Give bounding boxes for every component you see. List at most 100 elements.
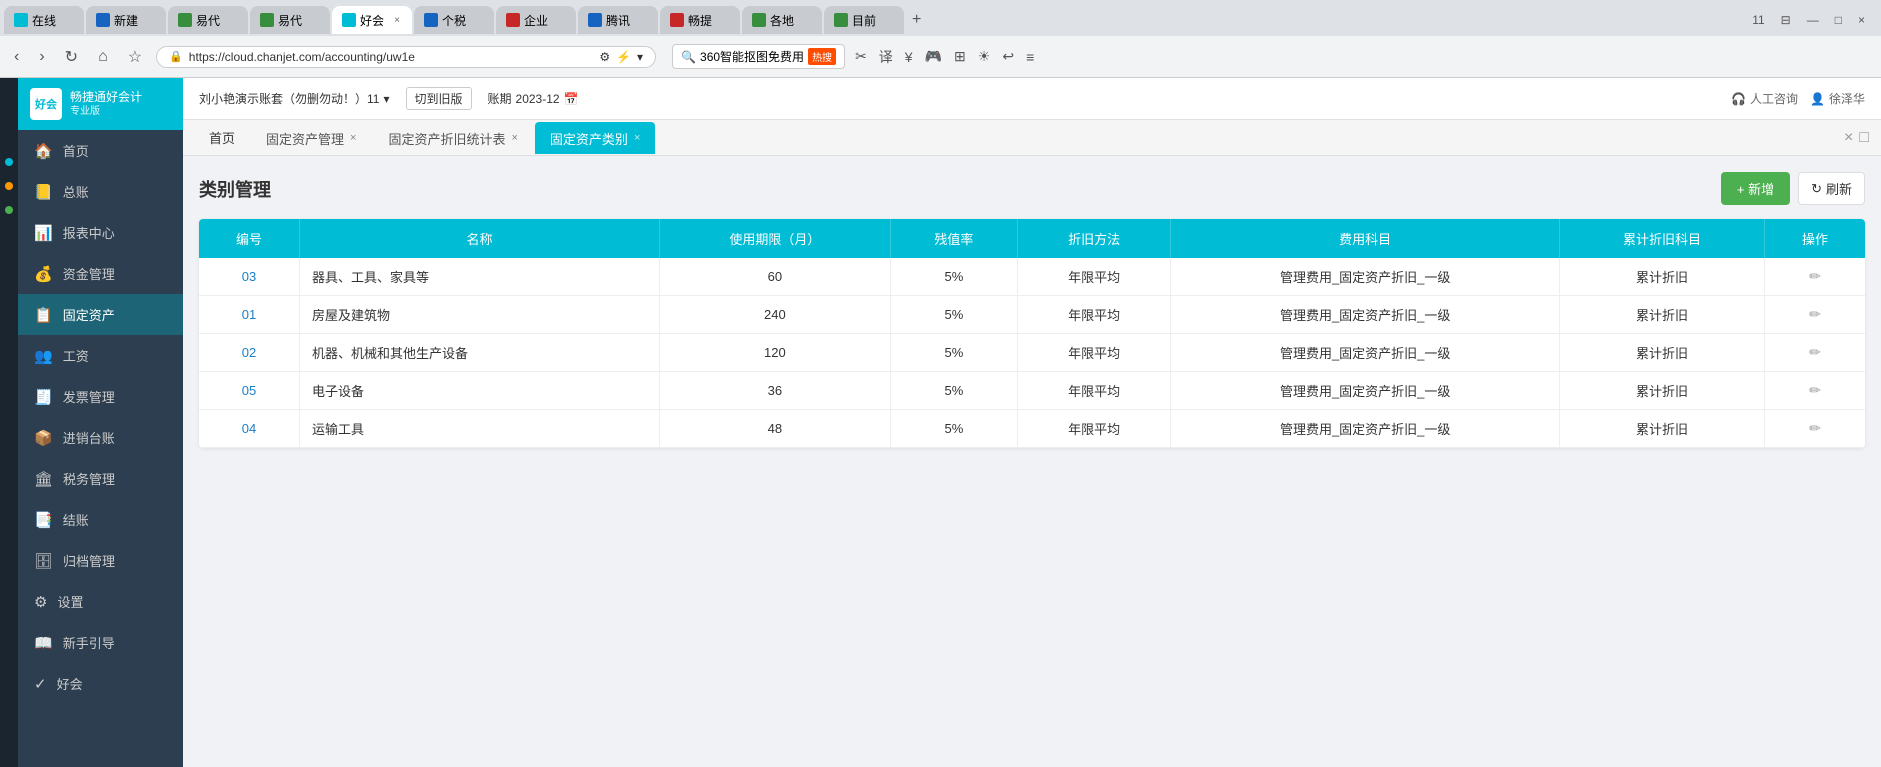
maximize-window-btn[interactable]: □ (1831, 11, 1846, 29)
row-expense: 管理费用_固定资产折旧_一级 (1171, 296, 1560, 334)
browser-tab-gedi[interactable]: 各地 (742, 6, 822, 34)
search-bar[interactable]: 🔍 360智能抠图免费用 热搜 (672, 44, 845, 69)
refresh-button[interactable]: ↻ 刷新 (1798, 172, 1865, 205)
browser-tab-yidai1[interactable]: 易代 (168, 6, 248, 34)
browser-tab-muqian[interactable]: 目前 (824, 6, 904, 34)
edit-icon[interactable]: ✏ (1809, 382, 1821, 398)
browser-tab-online[interactable]: 在线 (4, 6, 84, 34)
edit-icon[interactable]: ✏ (1809, 420, 1821, 436)
table-row: 05 电子设备 36 5% 年限平均 管理费用_固定资产折旧_一级 累计折旧 ✏ (199, 372, 1865, 410)
browser-tab-bar: 在线 新建 易代 易代 好会 × 个税 企业 (0, 0, 1881, 36)
consult-button[interactable]: 🎧 人工咨询 (1731, 90, 1798, 107)
nav-right: 🔍 360智能抠图免费用 热搜 ✂ 译 ¥ 🎮 ⊞ ☀ ↩ ≡ (672, 44, 1036, 69)
address-bar-settings-icon[interactable]: ⚙ (599, 50, 610, 64)
browser-tab-close-haohui[interactable]: × (392, 15, 402, 26)
browser-tab-changti[interactable]: 畅提 (660, 6, 740, 34)
sidebar-item-good[interactable]: ✓ 好会 (18, 663, 183, 704)
user-avatar-button[interactable]: 👤 徐泽华 (1810, 90, 1865, 107)
forward-button[interactable]: › (33, 46, 50, 68)
edit-icon[interactable]: ✏ (1809, 268, 1821, 284)
dropdown-icon[interactable]: ▾ (383, 92, 389, 106)
minimize-window-btn[interactable]: — (1803, 11, 1823, 29)
menu-icon[interactable]: ≡ (1024, 47, 1036, 67)
home-button[interactable]: ⌂ (92, 46, 114, 68)
browser-tab-yidai2[interactable]: 易代 (250, 6, 330, 34)
row-expense: 管理费用_固定资产折旧_一级 (1171, 334, 1560, 372)
edit-icon[interactable]: ✏ (1809, 344, 1821, 360)
grid-icon[interactable]: ⊞ (952, 46, 968, 67)
tab-asset-category[interactable]: 固定资产类别 × (535, 122, 655, 154)
browser-tab-tengxun[interactable]: 腾讯 (578, 6, 658, 34)
col-header-name: 名称 (299, 219, 659, 258)
sidebar-item-home[interactable]: 🏠 首页 (18, 130, 183, 171)
avatar-icon: 👤 (1810, 92, 1825, 106)
scissors-icon[interactable]: ✂ (853, 46, 869, 67)
back-button[interactable]: ‹ (8, 46, 25, 68)
table-row: 02 机器、机械和其他生产设备 120 5% 年限平均 管理费用_固定资产折旧_… (199, 334, 1865, 372)
row-method: 年限平均 (1018, 372, 1171, 410)
col-header-id: 编号 (199, 219, 299, 258)
sidebar-item-inventory[interactable]: 📦 进销台账 (18, 417, 183, 458)
sidebar-item-payroll[interactable]: 👥 工资 (18, 335, 183, 376)
tab-close-depreciation-table[interactable]: × (511, 132, 517, 144)
sidebar-item-guide[interactable]: 📖 新手引导 (18, 622, 183, 663)
payroll-icon: 👥 (34, 347, 53, 365)
address-bar-lightning-icon[interactable]: ⚡ (616, 50, 631, 64)
tab-fixed-asset-mgmt[interactable]: 固定资产管理 × (251, 122, 371, 154)
close-period-icon: 📑 (34, 511, 53, 529)
calendar-icon[interactable]: 📅 (564, 92, 579, 106)
tab-close-asset-category[interactable]: × (634, 132, 640, 144)
address-bar-dropdown-icon[interactable]: ▾ (637, 50, 643, 64)
row-expense: 管理费用_固定资产折旧_一级 (1171, 258, 1560, 296)
switch-version-button[interactable]: 切到旧版 (406, 87, 472, 110)
wallet-icon[interactable]: ¥ (903, 47, 915, 67)
close-window-btn[interactable]: × (1854, 11, 1869, 29)
sidebar-item-tax[interactable]: 🏛 税务管理 (18, 458, 183, 499)
tab-close-fixed-asset-mgmt[interactable]: × (350, 132, 356, 144)
add-category-button[interactable]: + 新增 (1721, 172, 1790, 205)
tab-home[interactable]: 首页 (195, 122, 249, 153)
sidebar-item-ledger[interactable]: 📒 总账 (18, 171, 183, 212)
browser-chrome: 在线 新建 易代 易代 好会 × 个税 企业 (0, 0, 1881, 78)
browser-tab-geshui[interactable]: 个税 (414, 6, 494, 34)
sidebar-item-reports[interactable]: 📊 报表中心 (18, 212, 183, 253)
row-months: 240 (660, 296, 891, 334)
brightness-icon[interactable]: ☀ (976, 46, 993, 67)
edit-icon[interactable]: ✏ (1809, 306, 1821, 322)
app-header: 刘小艳演示账套（勿删勿动！）11 ▾ 切到旧版 账期 2023-12 📅 🎧 人… (183, 78, 1881, 120)
period-label: 账期 (488, 90, 512, 107)
game-icon[interactable]: 🎮 (923, 46, 944, 67)
tab-label: 固定资产折旧统计表 (388, 129, 505, 148)
left-dot-1 (5, 158, 13, 166)
sidebar-item-archive[interactable]: 🗄 归档管理 (18, 540, 183, 581)
browser-tab-haohui[interactable]: 好会 × (332, 6, 412, 34)
good-icon: ✓ (34, 675, 47, 693)
sidebar-item-close-period[interactable]: 📑 结账 (18, 499, 183, 540)
tab-depreciation-table[interactable]: 固定资产折旧统计表 × (373, 122, 532, 154)
browser-tab-qiye[interactable]: 企业 (496, 6, 576, 34)
table-row: 03 器具、工具、家具等 60 5% 年限平均 管理费用_固定资产折旧_一级 累… (199, 258, 1865, 296)
new-tab-button[interactable]: + (906, 9, 927, 31)
page-close-icon[interactable]: × (1844, 129, 1853, 147)
inventory-icon: 📦 (34, 429, 53, 447)
row-id: 04 (199, 410, 299, 448)
sidebar-item-settings[interactable]: ⚙ 设置 (18, 581, 183, 622)
user-display-name: 徐泽华 (1829, 90, 1865, 107)
tab-settings-icon[interactable]: ⊟ (1777, 11, 1795, 29)
bookmark-button[interactable]: ☆ (122, 45, 148, 69)
sidebar-item-fixed-assets[interactable]: 📋 固定资产 (18, 294, 183, 335)
sidebar-item-funds[interactable]: 💰 资金管理 (18, 253, 183, 294)
page-maximize-icon[interactable]: □ (1859, 129, 1869, 147)
row-id: 03 (199, 258, 299, 296)
undo-icon[interactable]: ↩ (1000, 46, 1016, 67)
address-bar[interactable]: 🔒 https://cloud.chanjet.com/accounting/u… (156, 46, 656, 68)
tab-home-label: 首页 (209, 128, 235, 147)
archive-icon: 🗄 (34, 552, 53, 570)
translate-icon[interactable]: 译 (877, 45, 895, 69)
browser-tab-new[interactable]: 新建 (86, 6, 166, 34)
sidebar-item-label: 税务管理 (63, 469, 115, 488)
sidebar-item-label: 报表中心 (63, 223, 115, 242)
refresh-button[interactable]: ↻ (59, 45, 84, 69)
sidebar-item-invoices[interactable]: 🧾 发票管理 (18, 376, 183, 417)
row-accum: 累计折旧 (1560, 334, 1765, 372)
